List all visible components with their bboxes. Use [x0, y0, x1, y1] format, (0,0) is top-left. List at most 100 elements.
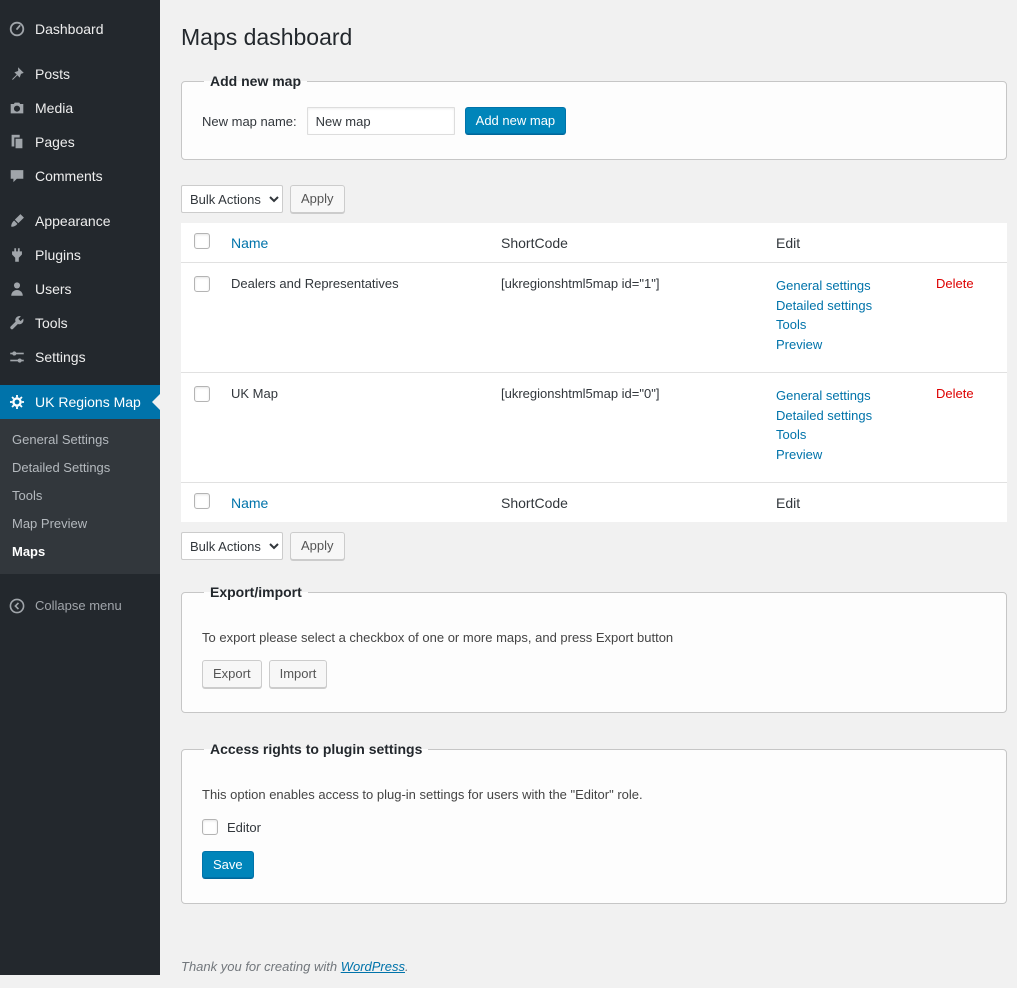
menu-separator	[0, 46, 160, 57]
editor-role-checkbox[interactable]	[202, 819, 218, 835]
sidebar-item-label: Settings	[35, 347, 86, 367]
submenu-item-maps[interactable]: Maps	[0, 538, 160, 566]
wrench-icon	[8, 314, 26, 332]
plug-icon	[8, 246, 26, 264]
new-map-name-label: New map name:	[202, 114, 297, 129]
add-new-map-legend: Add new map	[204, 73, 307, 89]
access-rights-description: This option enables access to plug-in se…	[202, 787, 986, 802]
column-footer-edit: Edit	[766, 483, 926, 523]
submenu-item-general-settings[interactable]: General Settings	[0, 426, 160, 454]
delete-link[interactable]: Delete	[936, 276, 974, 291]
column-footer-name[interactable]: Name	[231, 495, 268, 511]
collapse-menu-label: Collapse menu	[35, 596, 122, 616]
preview-link[interactable]: Preview	[776, 445, 916, 465]
sidebar-item-uk-regions-map[interactable]: UK Regions Map	[0, 385, 160, 419]
sidebar-item-comments[interactable]: Comments	[0, 159, 160, 193]
sidebar-item-settings[interactable]: Settings	[0, 340, 160, 374]
sidebar-item-label: Posts	[35, 64, 70, 84]
column-footer-shortcode: ShortCode	[491, 483, 766, 523]
camera-icon	[8, 99, 26, 117]
map-shortcode: [ukregionshtml5map id="1"]	[491, 263, 766, 373]
menu-separator	[0, 374, 160, 385]
main-content: Maps dashboard Add new map New map name:…	[160, 0, 1017, 988]
map-name: Dealers and Representatives	[221, 263, 491, 373]
gear-icon	[8, 393, 26, 411]
menu-separator	[0, 193, 160, 204]
user-icon	[8, 280, 26, 298]
general-settings-link[interactable]: General settings	[776, 276, 916, 296]
apply-button[interactable]: Apply	[290, 532, 345, 560]
pushpin-icon	[8, 65, 26, 83]
footer-credit: Thank you for creating with WordPress.	[181, 959, 1007, 988]
map-edit-links: General settings Detailed settings Tools…	[766, 263, 926, 373]
export-import-section: Export/import To export please select a …	[181, 584, 1007, 713]
general-settings-link[interactable]: General settings	[776, 386, 916, 406]
sidebar-item-users[interactable]: Users	[0, 272, 160, 306]
maps-table: Name ShortCode Edit Dealers and Represen…	[181, 223, 1007, 522]
tools-link[interactable]: Tools	[776, 425, 916, 445]
row-checkbox[interactable]	[194, 276, 210, 292]
apply-button[interactable]: Apply	[290, 185, 345, 213]
access-rights-legend: Access rights to plugin settings	[204, 741, 428, 757]
sidebar-item-appearance[interactable]: Appearance	[0, 204, 160, 238]
sidebar-item-posts[interactable]: Posts	[0, 57, 160, 91]
select-all-checkbox[interactable]	[194, 493, 210, 509]
detailed-settings-link[interactable]: Detailed settings	[776, 296, 916, 316]
export-button[interactable]: Export	[202, 660, 262, 688]
sidebar-item-label: Comments	[35, 166, 103, 186]
submenu-item-detailed-settings[interactable]: Detailed Settings	[0, 454, 160, 482]
table-row: UK Map [ukregionshtml5map id="0"] Genera…	[181, 373, 1007, 483]
sidebar-item-label: Pages	[35, 132, 75, 152]
table-footer-row: Name ShortCode Edit	[181, 483, 1007, 523]
delete-link[interactable]: Delete	[936, 386, 974, 401]
bulk-actions-select[interactable]: Bulk Actions	[181, 532, 283, 560]
bulk-actions-bar-top: Bulk Actions Apply	[181, 185, 1007, 213]
footer-text-prefix: Thank you for creating with	[181, 959, 341, 974]
export-import-legend: Export/import	[204, 584, 308, 600]
sidebar-item-tools[interactable]: Tools	[0, 306, 160, 340]
save-button[interactable]: Save	[202, 851, 254, 879]
footer-text-suffix: .	[405, 959, 409, 974]
pages-icon	[8, 133, 26, 151]
sliders-icon	[8, 348, 26, 366]
row-checkbox[interactable]	[194, 386, 210, 402]
collapse-menu-button[interactable]: Collapse menu	[0, 589, 160, 623]
table-row: Dealers and Representatives [ukregionsht…	[181, 263, 1007, 373]
add-new-map-section: Add new map New map name: Add new map	[181, 73, 1007, 160]
column-header-shortcode: ShortCode	[491, 223, 766, 263]
sidebar-item-label: Media	[35, 98, 73, 118]
sidebar-item-label: Plugins	[35, 245, 81, 265]
table-header-row: Name ShortCode Edit	[181, 223, 1007, 263]
submenu-item-map-preview[interactable]: Map Preview	[0, 510, 160, 538]
access-rights-section: Access rights to plugin settings This op…	[181, 741, 1007, 904]
admin-menu: Dashboard Posts Media Pages Comments App…	[0, 12, 160, 419]
speech-bubble-icon	[8, 167, 26, 185]
new-map-name-input[interactable]	[307, 107, 455, 135]
sidebar-item-plugins[interactable]: Plugins	[0, 238, 160, 272]
submenu-item-tools[interactable]: Tools	[0, 482, 160, 510]
sidebar-item-label: Users	[35, 279, 72, 299]
paintbrush-icon	[8, 212, 26, 230]
dashboard-icon	[8, 20, 26, 38]
bulk-actions-bar-bottom: Bulk Actions Apply	[181, 532, 1007, 560]
tools-link[interactable]: Tools	[776, 315, 916, 335]
preview-link[interactable]: Preview	[776, 335, 916, 355]
wordpress-link[interactable]: WordPress	[341, 959, 405, 974]
sidebar-item-media[interactable]: Media	[0, 91, 160, 125]
column-header-name[interactable]: Name	[231, 235, 268, 251]
sidebar-item-label: Appearance	[35, 211, 111, 231]
sidebar-item-label: Dashboard	[35, 19, 104, 39]
editor-role-label: Editor	[227, 820, 261, 835]
add-new-map-button[interactable]: Add new map	[465, 107, 567, 135]
bulk-actions-select[interactable]: Bulk Actions	[181, 185, 283, 213]
sidebar-item-pages[interactable]: Pages	[0, 125, 160, 159]
import-button[interactable]: Import	[269, 660, 328, 688]
sidebar-item-dashboard[interactable]: Dashboard	[0, 12, 160, 46]
detailed-settings-link[interactable]: Detailed settings	[776, 406, 916, 426]
sidebar-item-label: Tools	[35, 313, 68, 333]
map-name: UK Map	[221, 373, 491, 483]
column-header-edit: Edit	[766, 223, 926, 263]
select-all-checkbox[interactable]	[194, 233, 210, 249]
sidebar-item-label: UK Regions Map	[35, 392, 141, 412]
export-import-description: To export please select a checkbox of on…	[202, 630, 986, 645]
